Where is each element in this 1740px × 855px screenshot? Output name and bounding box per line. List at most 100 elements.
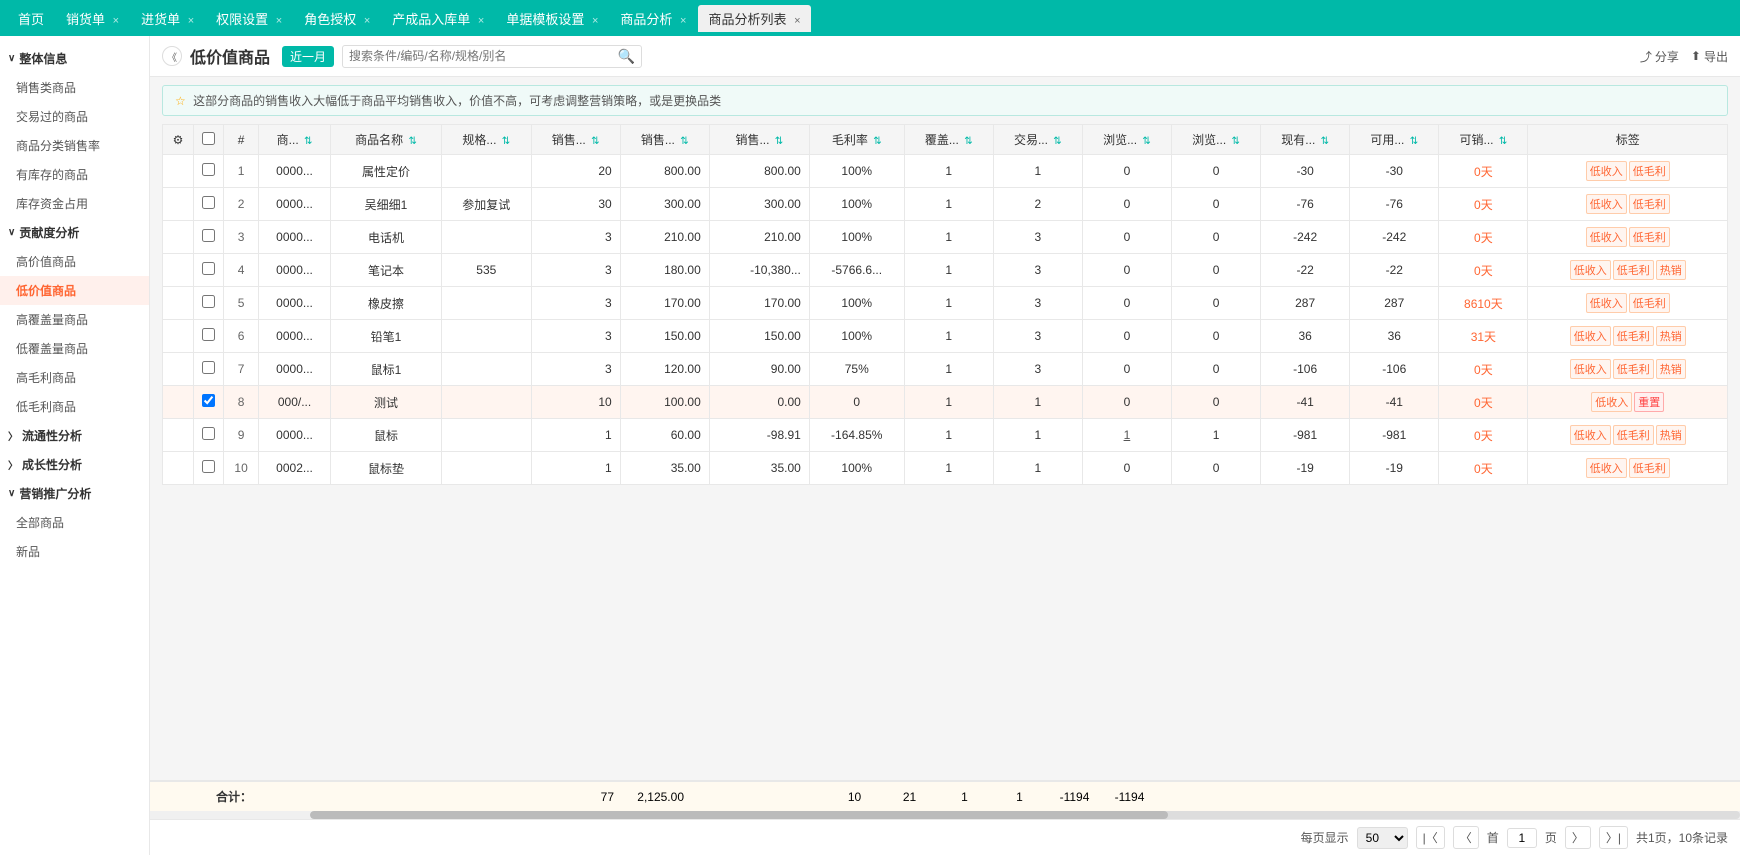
first-page-btn[interactable]: |〈: [1416, 826, 1445, 849]
row-amount-7: 100.00: [620, 386, 709, 419]
select-all-checkbox[interactable]: [202, 132, 215, 145]
table-row: 6 0000... 铅笔1 3 150.00 150.00 100% 1 3 0…: [163, 320, 1728, 353]
row-checkbox-9[interactable]: [202, 460, 215, 473]
nav-sales[interactable]: 销货单 ×: [56, 5, 129, 32]
sidebar-collapse-btn[interactable]: 《: [162, 46, 182, 66]
row-check-5[interactable]: [194, 320, 224, 353]
th-sales-profit[interactable]: 销售... ⇅: [709, 125, 809, 155]
row-profit-3: -10,380...: [709, 254, 809, 287]
sidebar-item-low-coverage[interactable]: 低覆盖量商品: [0, 334, 149, 363]
tag-重置-7: 重置: [1634, 392, 1664, 412]
th-spec[interactable]: 规格... ⇅: [442, 125, 532, 155]
tag-低毛利-5: 低毛利: [1613, 326, 1654, 346]
sidebar-item-capital[interactable]: 库存资金占用: [0, 189, 149, 218]
table-row: 9 0000... 鼠标 1 60.00 -98.91 -164.85% 1 1…: [163, 419, 1728, 452]
th-code[interactable]: 商... ⇅: [259, 125, 331, 155]
row-name-2: 电话机: [330, 221, 441, 254]
arrow-overview: ∨: [8, 53, 15, 64]
th-sellable[interactable]: 可销... ⇅: [1439, 125, 1528, 155]
row-check-0[interactable]: [194, 155, 224, 188]
row-check-6[interactable]: [194, 353, 224, 386]
row-profit-0: 800.00: [709, 155, 809, 188]
next-page-btn[interactable]: 〉: [1565, 826, 1591, 849]
sidebar-item-low-value[interactable]: 低价值商品: [0, 276, 149, 305]
sidebar-group-contribution[interactable]: ∨贡献度分析: [0, 218, 149, 247]
th-num: #: [224, 125, 259, 155]
row-checkbox-6[interactable]: [202, 361, 215, 374]
row-code-2: 0000...: [259, 221, 331, 254]
nav-permission[interactable]: 权限设置 ×: [206, 5, 292, 32]
th-trade[interactable]: 交易... ⇅: [993, 125, 1082, 155]
row-name-0: 属性定价: [330, 155, 441, 188]
row-checkbox-3[interactable]: [202, 262, 215, 275]
table-section: ⚙ # 商... ⇅ 商品名称 ⇅ 规格... ⇅ 销售... ⇅ 销售... …: [150, 116, 1740, 780]
sidebar-item-traded[interactable]: 交易过的商品: [0, 102, 149, 131]
row-tags-2: 低收入低毛利: [1528, 221, 1728, 254]
row-check-9[interactable]: [194, 452, 224, 485]
row-checkbox-5[interactable]: [202, 328, 215, 341]
row-check-3[interactable]: [194, 254, 224, 287]
row-checkbox-4[interactable]: [202, 295, 215, 308]
th-browse1[interactable]: 浏览... ⇅: [1082, 125, 1171, 155]
th-coverage[interactable]: 覆盖... ⇅: [904, 125, 993, 155]
nav-template[interactable]: 单据模板设置 ×: [496, 5, 608, 32]
table-row: 7 0000... 鼠标1 3 120.00 90.00 75% 1 3 0 0…: [163, 353, 1728, 386]
sidebar-item-high-coverage[interactable]: 高覆盖量商品: [0, 305, 149, 334]
th-name[interactable]: 商品名称 ⇅: [330, 125, 441, 155]
sidebar-item-high-margin[interactable]: 高毛利商品: [0, 363, 149, 392]
th-sales-qty[interactable]: 销售... ⇅: [531, 125, 620, 155]
nav-analysis-list[interactable]: 商品分析列表 ×: [698, 5, 810, 32]
share-button[interactable]: ⤴ 分享: [1640, 48, 1679, 65]
row-checkbox-7[interactable]: [202, 394, 215, 407]
sidebar-group-marketing[interactable]: ∨营销推广分析: [0, 479, 149, 508]
sidebar-item-category-rate[interactable]: 商品分类销售率: [0, 131, 149, 160]
nav-analysis[interactable]: 商品分析 ×: [610, 5, 696, 32]
last-page-btn[interactable]: 〉|: [1599, 826, 1628, 849]
th-sales-amount[interactable]: 销售... ⇅: [620, 125, 709, 155]
row-days-6: 0天: [1439, 353, 1528, 386]
row-code-7: 000/...: [259, 386, 331, 419]
nav-home[interactable]: 首页: [8, 5, 54, 32]
row-check-8[interactable]: [194, 419, 224, 452]
row-browse1-8[interactable]: 1: [1082, 419, 1171, 452]
row-available-2: -242: [1350, 221, 1439, 254]
sidebar-group-growth[interactable]: 〉成长性分析: [0, 450, 149, 479]
row-check-2[interactable]: [194, 221, 224, 254]
sidebar-item-sales-products[interactable]: 销售类商品: [0, 73, 149, 102]
nav-purchase[interactable]: 进货单 ×: [131, 5, 204, 32]
row-margin-7: 0: [809, 386, 904, 419]
row-checkbox-8[interactable]: [202, 427, 215, 440]
row-check-4[interactable]: [194, 287, 224, 320]
th-current-stock[interactable]: 现有... ⇅: [1261, 125, 1350, 155]
page-size-select[interactable]: 50 10 20 100: [1357, 827, 1408, 849]
th-check[interactable]: [194, 125, 224, 155]
th-browse2[interactable]: 浏览... ⇅: [1171, 125, 1260, 155]
sidebar-item-new[interactable]: 新品: [0, 537, 149, 566]
th-settings[interactable]: ⚙: [163, 125, 194, 155]
row-name-3: 笔记本: [330, 254, 441, 287]
th-gross-margin[interactable]: 毛利率 ⇅: [809, 125, 904, 155]
export-button[interactable]: ⬆ 导出: [1691, 48, 1728, 65]
row-checkbox-1[interactable]: [202, 196, 215, 209]
search-icon[interactable]: 🔍: [618, 48, 635, 65]
sidebar-group-overview[interactable]: ∨整体信息: [0, 44, 149, 73]
th-available[interactable]: 可用... ⇅: [1350, 125, 1439, 155]
tag-低毛利-2: 低毛利: [1629, 227, 1670, 247]
row-check-7[interactable]: [194, 386, 224, 419]
sidebar-group-flow[interactable]: 〉流通性分析: [0, 421, 149, 450]
current-page-input[interactable]: [1507, 828, 1537, 848]
row-check-1[interactable]: [194, 188, 224, 221]
search-input[interactable]: [349, 49, 614, 63]
row-checkbox-0[interactable]: [202, 163, 215, 176]
row-checkbox-2[interactable]: [202, 229, 215, 242]
nav-products[interactable]: 产成品入库单 ×: [382, 5, 494, 32]
sidebar-item-all[interactable]: 全部商品: [0, 508, 149, 537]
prev-page-btn[interactable]: 〈: [1453, 826, 1479, 849]
row-amount-3: 180.00: [620, 254, 709, 287]
sidebar-item-stock[interactable]: 有库存的商品: [0, 160, 149, 189]
sidebar-item-low-margin[interactable]: 低毛利商品: [0, 392, 149, 421]
nav-role[interactable]: 角色授权 ×: [294, 5, 380, 32]
tag-热销-6: 热销: [1656, 359, 1686, 379]
time-badge[interactable]: 近一月: [282, 46, 334, 67]
sidebar-item-high-value[interactable]: 高价值商品: [0, 247, 149, 276]
